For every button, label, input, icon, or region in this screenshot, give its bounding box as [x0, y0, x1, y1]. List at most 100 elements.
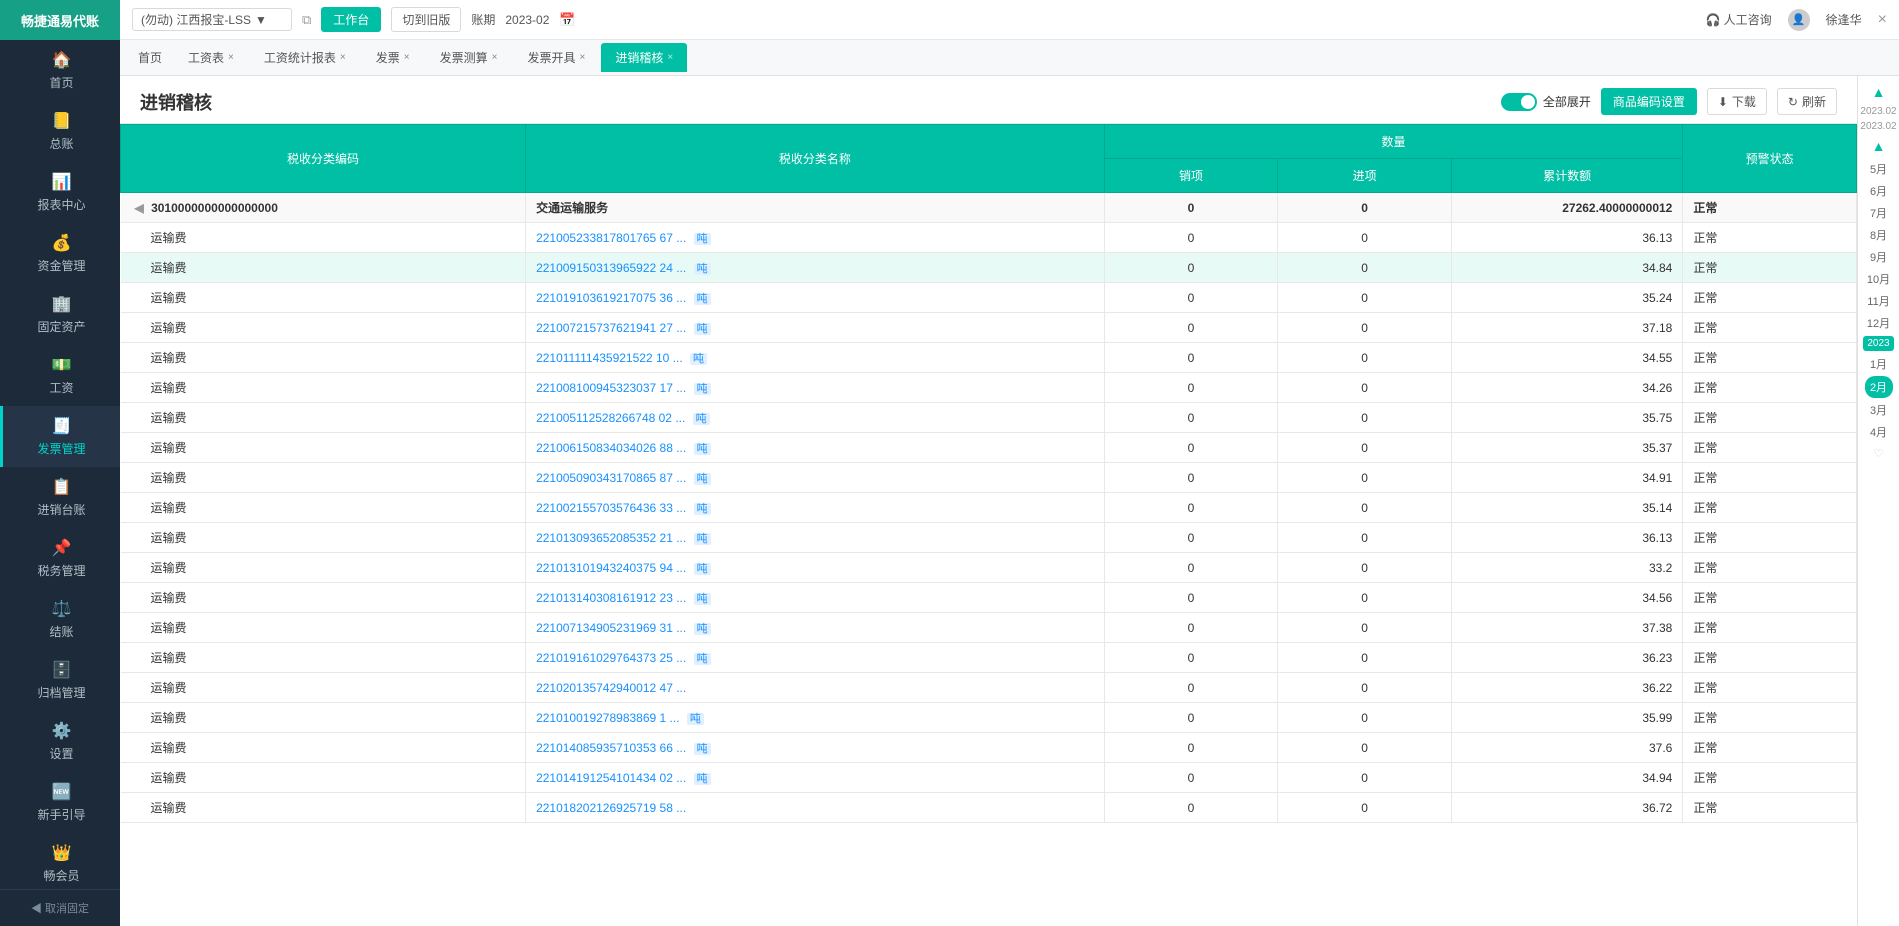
cumulative-cell: 34.55 — [1451, 343, 1682, 373]
month-10[interactable]: 10月 — [1858, 268, 1899, 290]
sidebar-item-archive[interactable]: 🗄️归档管理 — [0, 650, 120, 711]
tab-close-salary[interactable]: × — [228, 52, 234, 63]
sidebar-item-member[interactable]: 👑畅会员 — [0, 833, 120, 889]
company-selector[interactable]: (勿动) 江西报宝-LSS ▼ — [132, 8, 292, 31]
year-2023-badge: 2023 — [1863, 336, 1893, 351]
month-7[interactable]: 7月 — [1858, 202, 1899, 224]
tab-close-invoice-calc[interactable]: × — [492, 52, 498, 63]
tab-home[interactable]: 首页 — [128, 43, 172, 72]
close-icon[interactable]: × — [1878, 11, 1887, 29]
table-row[interactable]: 运输费 221007215737621941 27 ... 吨 0 0 37.1… — [121, 313, 1857, 343]
nav-up-arrow2[interactable]: ▲ — [1868, 134, 1890, 158]
tab-invoice[interactable]: 发票 × — [362, 43, 424, 72]
settings-button[interactable]: 商品编码设置 — [1601, 88, 1697, 115]
copy-icon[interactable]: ⧉ — [302, 12, 311, 28]
table-row[interactable]: 运输费 221014191254101434 02 ... 吨 0 0 34.9… — [121, 763, 1857, 793]
sidebar-item-invoice-mgmt[interactable]: 🧾发票管理 — [0, 406, 120, 467]
tab-invoice-calc[interactable]: 发票测算 × — [426, 43, 512, 72]
table-row[interactable]: 运输费 221019103619217075 36 ... 吨 0 0 35.2… — [121, 283, 1857, 313]
download-button[interactable]: ⬇ 下载 — [1707, 88, 1767, 115]
cumulative-cell: 34.94 — [1451, 763, 1682, 793]
sidebar-item-salary[interactable]: 💵工资 — [0, 345, 120, 406]
status-cell: 正常 — [1683, 553, 1857, 583]
status-cell: 正常 — [1683, 733, 1857, 763]
table-row[interactable]: 运输费 221011111435921522 10 ... 吨 0 0 34.5… — [121, 343, 1857, 373]
sidebar-item-funds[interactable]: 💰资金管理 — [0, 223, 120, 284]
sidebar-item-purchase-sales[interactable]: 📋进销台账 — [0, 467, 120, 528]
tab-close-invoice-open[interactable]: × — [579, 52, 585, 63]
sales-cell: 0 — [1104, 343, 1278, 373]
table-row[interactable]: 运输费 221019161029764373 25 ... 吨 0 0 36.2… — [121, 643, 1857, 673]
table-row[interactable]: 运输费 221008100945323037 17 ... 吨 0 0 34.2… — [121, 373, 1857, 403]
table-row[interactable]: 运输费 221002155703576436 33 ... 吨 0 0 35.1… — [121, 493, 1857, 523]
support-label[interactable]: 🎧 人工咨询 — [1706, 11, 1772, 28]
month-5[interactable]: 5月 — [1858, 158, 1899, 180]
cumulative-cell: 35.14 — [1451, 493, 1682, 523]
table-row[interactable]: 运输费 221005112528266748 02 ... 吨 0 0 35.7… — [121, 403, 1857, 433]
sidebar-item-ledger[interactable]: 📒总账 — [0, 101, 120, 162]
status-cell: 正常 — [1683, 193, 1857, 223]
sidebar-item-settle[interactable]: ⚖️结账 — [0, 589, 120, 650]
sales-cell: 0 — [1104, 493, 1278, 523]
table-row[interactable]: 运输费 221013140308161912 23 ... 吨 0 0 34.5… — [121, 583, 1857, 613]
calendar-icon[interactable]: 📅 — [559, 12, 575, 28]
month-4[interactable]: 4月 — [1858, 421, 1899, 443]
cumulative-cell: 36.22 — [1451, 673, 1682, 703]
tab-close-invoice-reconcile[interactable]: × — [667, 52, 673, 63]
tab-close-salary-stat[interactable]: × — [340, 52, 346, 63]
table-row[interactable]: 运输费 221009150313965922 24 ... 吨 0 0 34.8… — [121, 253, 1857, 283]
table-row[interactable]: 运输费 221005233817801765 67 ... 吨 0 0 36.1… — [121, 223, 1857, 253]
sidebar-item-guide[interactable]: 🆕新手引导 — [0, 772, 120, 833]
sidebar-unpin[interactable]: ◀ 取消固定 — [0, 889, 120, 926]
toggle-expand[interactable]: 全部展开 — [1501, 93, 1591, 111]
status-cell: 正常 — [1683, 493, 1857, 523]
purchase-cell: 0 — [1278, 523, 1452, 553]
table-row[interactable]: 运输费 221018202126925719 58 ... 0 0 36.72 … — [121, 793, 1857, 823]
table-row[interactable]: 运输费 221013093652085352 21 ... 吨 0 0 36.1… — [121, 523, 1857, 553]
table-row[interactable]: 运输费 221013101943240375 94 ... 吨 0 0 33.2… — [121, 553, 1857, 583]
purchase-cell: 0 — [1278, 493, 1452, 523]
status-cell: 正常 — [1683, 373, 1857, 403]
month-8[interactable]: 8月 — [1858, 224, 1899, 246]
sidebar-item-reports[interactable]: 📊报表中心 — [0, 162, 120, 223]
content-area: 进销稽核 全部展开 商品编码设置 ⬇ 下载 ↻ 刷新 — [120, 76, 1899, 926]
status-cell: 正常 — [1683, 223, 1857, 253]
refresh-button[interactable]: ↻ 刷新 — [1777, 88, 1837, 115]
sales-cell: 0 — [1104, 313, 1278, 343]
tab-close-invoice[interactable]: × — [404, 52, 410, 63]
table-row[interactable]: 运输费 221014085935710353 66 ... 吨 0 0 37.6… — [121, 733, 1857, 763]
table-row[interactable]: 运输费 221020135742940012 47 ... 0 0 36.22 … — [121, 673, 1857, 703]
sidebar-item-tax-mgmt[interactable]: 📌税务管理 — [0, 528, 120, 589]
workbench-button[interactable]: 工作台 — [321, 7, 381, 32]
month-1[interactable]: 1月 — [1858, 353, 1899, 375]
purchase-cell: 0 — [1278, 583, 1452, 613]
tab-invoice-open[interactable]: 发票开具 × — [513, 43, 599, 72]
sales-cell: 0 — [1104, 733, 1278, 763]
tab-invoice-reconcile[interactable]: 进销稽核 × — [601, 43, 687, 72]
table-row[interactable]: 运输费 221005090343170865 87 ... 吨 0 0 34.9… — [121, 463, 1857, 493]
sidebar-item-assets[interactable]: 🏢固定资产 — [0, 284, 120, 345]
nav-up-arrow[interactable]: ▲ — [1868, 80, 1890, 104]
sidebar-item-label: 畅会员 — [43, 867, 79, 884]
toggle-switch[interactable] — [1501, 93, 1537, 111]
col-tax-name: 税收分类名称 — [526, 125, 1105, 193]
switch-version-button[interactable]: 切到旧版 — [391, 7, 461, 32]
month-3[interactable]: 3月 — [1858, 399, 1899, 421]
table-row[interactable]: 运输费 221007134905231969 31 ... 吨 0 0 37.3… — [121, 613, 1857, 643]
month-11[interactable]: 11月 — [1858, 290, 1899, 312]
table-row[interactable]: 运输费 221006150834034026 88 ... 吨 0 0 35.3… — [121, 433, 1857, 463]
purchase-cell: 0 — [1278, 193, 1452, 223]
tab-salary[interactable]: 工资表 × — [174, 43, 248, 72]
sidebar-item-label: 资金管理 — [37, 257, 85, 274]
table-row[interactable]: 运输费 221010019278983869 1 ... 吨 0 0 35.99… — [121, 703, 1857, 733]
sales-cell: 0 — [1104, 433, 1278, 463]
sidebar-item-home[interactable]: 🏠首页 — [0, 40, 120, 101]
month-12[interactable]: 12月 — [1858, 312, 1899, 334]
month-6[interactable]: 6月 — [1858, 180, 1899, 202]
tab-salary-stat[interactable]: 工资统计报表 × — [250, 43, 360, 72]
sales-cell: 0 — [1104, 193, 1278, 223]
month-2-active[interactable]: 2月 — [1865, 376, 1893, 398]
table-row[interactable]: ◀ 3010000000000000000 交通运输服务 0 0 27262.4… — [121, 193, 1857, 223]
sidebar-item-settings[interactable]: ⚙️设置 — [0, 711, 120, 772]
month-9[interactable]: 9月 — [1858, 246, 1899, 268]
